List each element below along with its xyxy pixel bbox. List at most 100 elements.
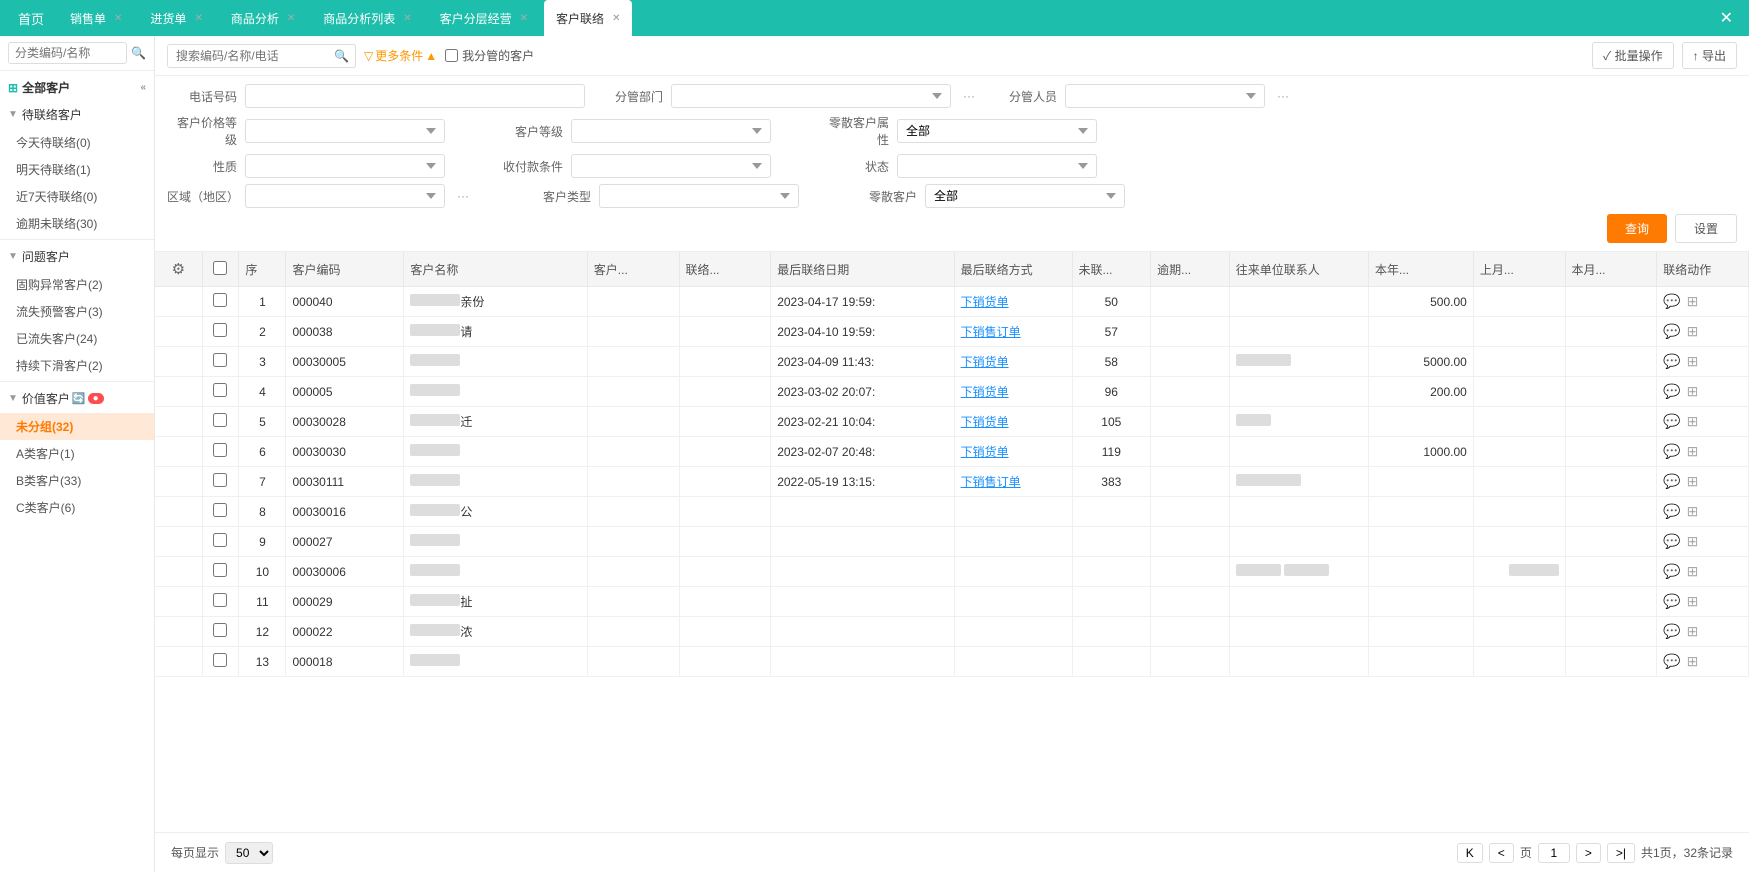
row-checkbox[interactable] bbox=[213, 533, 227, 547]
chat-icon[interactable]: 💬 bbox=[1663, 563, 1680, 580]
row-checkbox[interactable] bbox=[213, 443, 227, 457]
row-checkbox[interactable] bbox=[213, 383, 227, 397]
my-customers-checkbox[interactable] bbox=[445, 49, 458, 62]
settings-icon[interactable]: ⚙ bbox=[172, 261, 185, 278]
page-size-select[interactable]: 50 bbox=[225, 842, 273, 864]
grid-action-icon[interactable]: ⊞ bbox=[1687, 383, 1699, 400]
grid-action-icon[interactable]: ⊞ bbox=[1687, 623, 1699, 640]
last-way-link[interactable]: 下销货单 bbox=[961, 295, 1009, 309]
th-last-way[interactable]: 最后联络方式 bbox=[954, 252, 1072, 287]
reset-button[interactable]: 设置 bbox=[1675, 214, 1737, 243]
row-checkbox[interactable] bbox=[213, 473, 227, 487]
row-checkbox[interactable] bbox=[213, 323, 227, 337]
th-type[interactable]: 客户... bbox=[587, 252, 679, 287]
row-checkbox[interactable] bbox=[213, 623, 227, 637]
nav-tab-customer-contact[interactable]: 客户联络 ✕ bbox=[544, 0, 632, 36]
sidebar-already-lost[interactable]: 已流失客户(24) bbox=[0, 325, 154, 352]
filter-search-button[interactable]: 🔍 bbox=[328, 45, 355, 67]
th-last-month[interactable]: 上月... bbox=[1473, 252, 1565, 287]
dept-select[interactable] bbox=[671, 84, 951, 108]
last-way-link[interactable]: 下销货单 bbox=[961, 355, 1009, 369]
grid-action-icon[interactable]: ⊞ bbox=[1687, 653, 1699, 670]
last-way-link[interactable]: 下销货单 bbox=[961, 385, 1009, 399]
next-page-button[interactable]: > bbox=[1576, 843, 1601, 863]
nav-tab-sales[interactable]: 销售单 ✕ bbox=[58, 0, 134, 36]
chat-icon[interactable]: 💬 bbox=[1663, 383, 1680, 400]
region-select[interactable] bbox=[245, 184, 445, 208]
sidebar-keep-down[interactable]: 持续下滑客户(2) bbox=[0, 352, 154, 379]
close-purchase-tab[interactable]: ✕ bbox=[194, 13, 202, 24]
nav-home[interactable]: 首页 bbox=[8, 0, 54, 36]
th-overdue[interactable]: 逾期... bbox=[1151, 252, 1230, 287]
collapse-sidebar-icon[interactable]: « bbox=[140, 82, 146, 93]
close-customer-contact-tab[interactable]: ✕ bbox=[612, 13, 620, 24]
last-page-button[interactable]: >| bbox=[1607, 843, 1635, 863]
price-grade-select[interactable] bbox=[245, 119, 445, 143]
last-way-link[interactable]: 下销货单 bbox=[961, 415, 1009, 429]
chat-icon[interactable]: 💬 bbox=[1663, 293, 1680, 310]
chat-icon[interactable]: 💬 bbox=[1663, 413, 1680, 430]
th-name[interactable]: 客户名称 bbox=[404, 252, 587, 287]
current-page-input[interactable] bbox=[1538, 843, 1570, 863]
window-close-icon[interactable]: ✕ bbox=[1712, 10, 1741, 27]
row-checkbox[interactable] bbox=[213, 563, 227, 577]
th-year[interactable]: 本年... bbox=[1369, 252, 1474, 287]
th-contact-person[interactable]: 往来单位联系人 bbox=[1229, 252, 1368, 287]
query-button[interactable]: 查询 bbox=[1607, 214, 1667, 243]
value-customers-group[interactable]: ▼ 价值客户 🔄 ● bbox=[0, 384, 154, 413]
sidebar-abnormal-purchase[interactable]: 固购异常客户(2) bbox=[0, 271, 154, 298]
sidebar-group-b[interactable]: B类客户(33) bbox=[0, 467, 154, 494]
chat-icon[interactable]: 💬 bbox=[1663, 593, 1680, 610]
grid-action-icon[interactable]: ⊞ bbox=[1687, 563, 1699, 580]
customer-grade-select[interactable] bbox=[571, 119, 771, 143]
row-checkbox[interactable] bbox=[213, 353, 227, 367]
payment-select[interactable] bbox=[571, 154, 771, 178]
all-customers-header[interactable]: ⊞ 全部客户 « bbox=[0, 71, 154, 100]
nav-tab-customer-seg[interactable]: 客户分层经营 ✕ bbox=[428, 0, 540, 36]
chat-icon[interactable]: 💬 bbox=[1663, 323, 1680, 340]
sidebar-tomorrow-wait[interactable]: 明天待联络(1) bbox=[0, 156, 154, 183]
row-checkbox[interactable] bbox=[213, 593, 227, 607]
sidebar-ungrouped[interactable]: 未分组(32) bbox=[0, 413, 154, 440]
problem-customers-group[interactable]: ▼ 问题客户 bbox=[0, 242, 154, 271]
grid-action-icon[interactable]: ⊞ bbox=[1687, 533, 1699, 550]
select-all-checkbox[interactable] bbox=[213, 261, 227, 275]
chat-icon[interactable]: 💬 bbox=[1663, 473, 1680, 490]
grid-action-icon[interactable]: ⊞ bbox=[1687, 323, 1699, 340]
last-way-link[interactable]: 下销售订单 bbox=[961, 325, 1021, 339]
grid-action-icon[interactable]: ⊞ bbox=[1687, 413, 1699, 430]
th-cur-month[interactable]: 本月... bbox=[1565, 252, 1657, 287]
retail-customer-select[interactable]: 全部 bbox=[925, 184, 1125, 208]
prev-page-button[interactable]: < bbox=[1489, 843, 1514, 863]
sidebar-group-a[interactable]: A类客户(1) bbox=[0, 440, 154, 467]
chat-icon[interactable]: 💬 bbox=[1663, 533, 1680, 550]
sidebar-loss-warn[interactable]: 流失预警客户(3) bbox=[0, 298, 154, 325]
chat-icon[interactable]: 💬 bbox=[1663, 623, 1680, 640]
first-page-button[interactable]: K bbox=[1457, 843, 1483, 863]
grid-action-icon[interactable]: ⊞ bbox=[1687, 473, 1699, 490]
more-conditions-button[interactable]: ▽ 更多条件 ▲ bbox=[364, 47, 437, 64]
phone-input[interactable] bbox=[245, 84, 585, 108]
wait-contact-group[interactable]: ▼ 待联络客户 bbox=[0, 100, 154, 129]
chat-icon[interactable]: 💬 bbox=[1663, 443, 1680, 460]
chat-icon[interactable]: 💬 bbox=[1663, 353, 1680, 370]
sidebar-search-input[interactable] bbox=[8, 42, 127, 64]
status-select[interactable] bbox=[897, 154, 1097, 178]
last-way-link[interactable]: 下销货单 bbox=[961, 445, 1009, 459]
grid-action-icon[interactable]: ⊞ bbox=[1687, 353, 1699, 370]
nav-tab-purchase[interactable]: 进货单 ✕ bbox=[138, 0, 214, 36]
export-button[interactable]: ↑ 导出 bbox=[1682, 42, 1737, 69]
th-settings[interactable]: ⚙ bbox=[155, 252, 202, 287]
sidebar-today-wait[interactable]: 今天待联络(0) bbox=[0, 129, 154, 156]
nav-tab-analysis-list[interactable]: 商品分析列表 ✕ bbox=[311, 0, 423, 36]
close-customer-seg-tab[interactable]: ✕ bbox=[520, 13, 528, 24]
close-analysis-list-tab[interactable]: ✕ bbox=[403, 13, 411, 24]
filter-search-input[interactable] bbox=[168, 45, 328, 67]
sidebar-overdue-wait[interactable]: 逾期未联络(30) bbox=[0, 210, 154, 237]
retail-attr-select[interactable]: 全部 bbox=[897, 119, 1097, 143]
grid-action-icon[interactable]: ⊞ bbox=[1687, 443, 1699, 460]
row-checkbox[interactable] bbox=[213, 503, 227, 517]
customer-type-select[interactable] bbox=[599, 184, 799, 208]
th-unlinked[interactable]: 未联... bbox=[1072, 252, 1151, 287]
row-checkbox[interactable] bbox=[213, 653, 227, 667]
